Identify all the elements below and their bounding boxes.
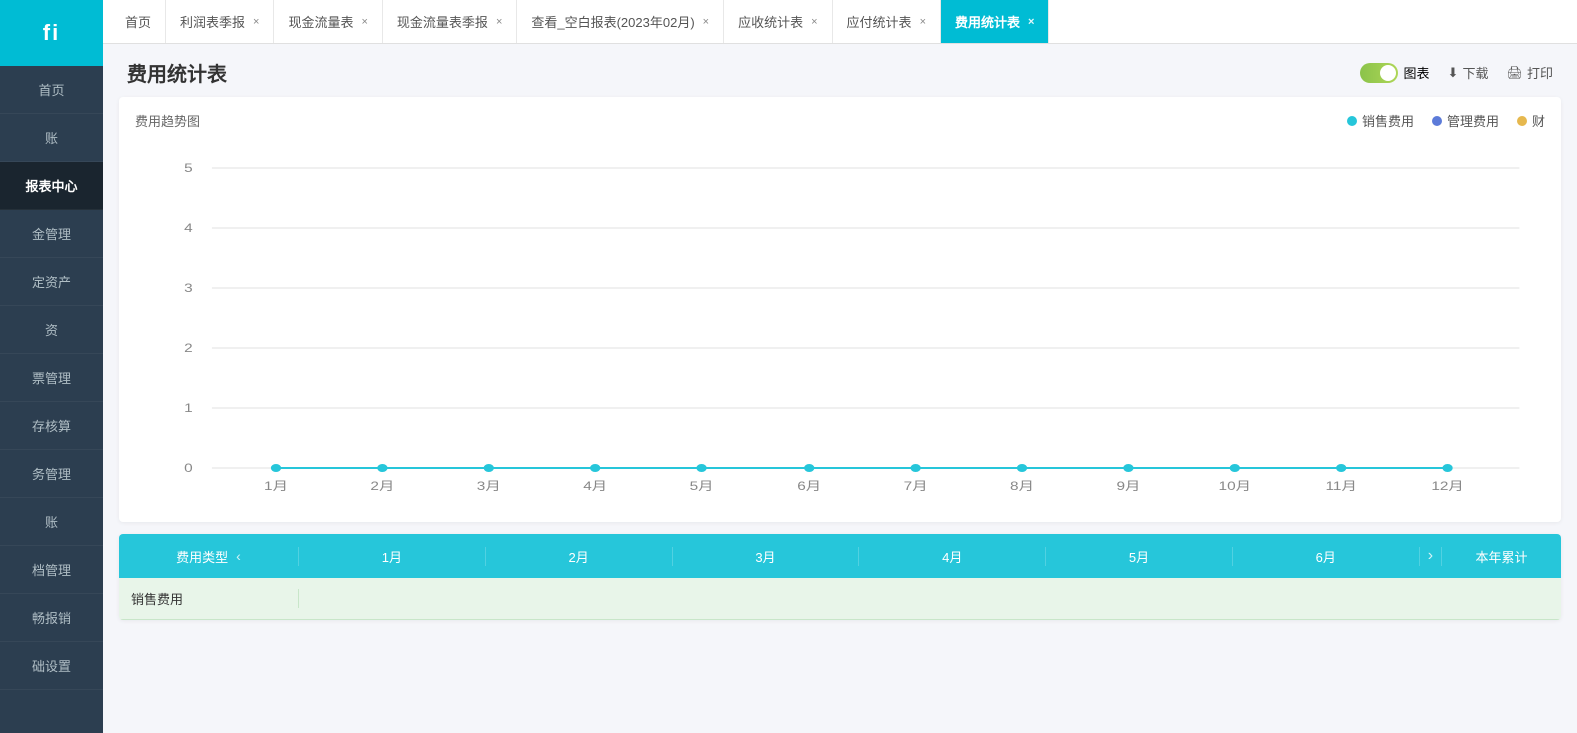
legend-dot-sales xyxy=(1347,116,1357,126)
tab-home[interactable]: 首页 xyxy=(111,0,166,44)
tabs-bar: 首页 利润表季报 × 现金流量表 × 现金流量表季报 × 查看_空白报表(202… xyxy=(103,0,1577,44)
tab-cashflow[interactable]: 现金流量表 × xyxy=(274,0,382,44)
col-header-m4: 4月 xyxy=(859,547,1046,566)
chart-svg: 5 4 3 2 1 0 xyxy=(135,138,1545,508)
sidebar-item-account[interactable]: 账 xyxy=(0,114,103,162)
page-title: 费用统计表 xyxy=(127,58,227,87)
toggle-knob xyxy=(1380,65,1396,81)
col-header-m3: 3月 xyxy=(673,547,860,566)
sidebar-item-ledger[interactable]: 账 xyxy=(0,498,103,546)
col-header-m5: 5月 xyxy=(1046,547,1233,566)
svg-text:7月: 7月 xyxy=(904,480,928,493)
col-header-m2: 2月 xyxy=(486,547,673,566)
toggle-label: 图表 xyxy=(1404,63,1430,82)
chart-svg-wrapper: 5 4 3 2 1 0 xyxy=(135,138,1545,508)
row-type-sales: 销售费用 xyxy=(119,589,299,608)
tab-cashflow-quarterly[interactable]: 现金流量表季报 × xyxy=(383,0,517,44)
col-header-m6: 6月 xyxy=(1233,547,1420,566)
tab-receivable[interactable]: 应收统计表 × xyxy=(724,0,832,44)
table-row-sales: 销售费用 xyxy=(119,578,1561,620)
download-button[interactable]: ⬇ 下载 xyxy=(1448,63,1489,82)
sidebar-item-expense[interactable]: 畅报销 xyxy=(0,594,103,642)
legend-label-finance: 财 xyxy=(1532,111,1545,130)
svg-text:3: 3 xyxy=(184,282,193,295)
svg-text:1月: 1月 xyxy=(264,480,288,493)
sidebar-logo: fi xyxy=(0,0,103,66)
legend-label-management: 管理费用 xyxy=(1447,111,1499,130)
tab-blank-report[interactable]: 查看_空白报表(2023年02月) × xyxy=(517,0,724,44)
legend-management: 管理费用 xyxy=(1432,111,1499,130)
svg-text:8月: 8月 xyxy=(1010,480,1034,493)
sidebar-item-assets[interactable]: 定资产 xyxy=(0,258,103,306)
sidebar-item-reports[interactable]: 报表中心 xyxy=(0,162,103,210)
close-tab-payable[interactable]: × xyxy=(920,16,926,28)
svg-text:0: 0 xyxy=(184,462,193,475)
content-area: 费用统计表 图表 ⬇ 下载 🖨 打印 xyxy=(103,44,1577,733)
sidebar-item-inventory[interactable]: 存核算 xyxy=(0,402,103,450)
svg-text:6月: 6月 xyxy=(797,480,821,493)
close-tab-profit-quarterly[interactable]: × xyxy=(253,16,259,28)
close-tab-blank-report[interactable]: × xyxy=(703,16,709,28)
col-header-type: 费用类型 ‹ xyxy=(119,547,299,566)
legend-dot-management xyxy=(1432,116,1442,126)
chart-title: 费用趋势图 xyxy=(135,111,200,130)
sidebar-item-archive[interactable]: 档管理 xyxy=(0,546,103,594)
col-header-year-total: 本年累计 xyxy=(1441,547,1561,566)
close-tab-cashflow[interactable]: × xyxy=(361,16,367,28)
page-header: 费用统计表 图表 ⬇ 下载 🖨 打印 xyxy=(103,44,1577,97)
tab-expense-stats[interactable]: 费用统计表 × xyxy=(941,0,1049,44)
print-icon: 🖨 xyxy=(1506,65,1523,81)
svg-text:4: 4 xyxy=(184,222,193,235)
prev-month-arrow[interactable]: ‹ xyxy=(236,548,241,564)
table-header-row: 费用类型 ‹ 1月 2月 3月 4月 5月 6月 › 本年累计 xyxy=(119,534,1561,578)
legend-finance: 财 xyxy=(1517,111,1545,130)
svg-text:12月: 12月 xyxy=(1431,480,1463,493)
svg-text:10月: 10月 xyxy=(1219,480,1251,493)
sidebar-item-cash[interactable]: 金管理 xyxy=(0,210,103,258)
main-area: 首页 利润表季报 × 现金流量表 × 现金流量表季报 × 查看_空白报表(202… xyxy=(103,0,1577,733)
chart-header: 费用趋势图 销售费用 管理费用 财 xyxy=(135,111,1545,130)
svg-text:1: 1 xyxy=(184,402,193,415)
svg-text:11月: 11月 xyxy=(1326,480,1357,493)
svg-text:5: 5 xyxy=(184,162,193,175)
legend-sales: 销售费用 xyxy=(1347,111,1414,130)
expense-table: 费用类型 ‹ 1月 2月 3月 4月 5月 6月 › 本年累计 销售费用 xyxy=(119,534,1561,620)
svg-text:5月: 5月 xyxy=(690,480,714,493)
svg-text:4月: 4月 xyxy=(583,480,607,493)
svg-text:2: 2 xyxy=(184,342,193,355)
sidebar-item-home[interactable]: 首页 xyxy=(0,66,103,114)
svg-text:3月: 3月 xyxy=(477,480,501,493)
close-tab-cashflow-quarterly[interactable]: × xyxy=(496,16,502,28)
print-button[interactable]: 🖨 打印 xyxy=(1506,63,1553,82)
close-tab-receivable[interactable]: × xyxy=(811,16,817,28)
chart-card: 费用趋势图 销售费用 管理费用 财 xyxy=(119,97,1561,522)
tab-profit-quarterly[interactable]: 利润表季报 × xyxy=(166,0,274,44)
chart-legend: 销售费用 管理费用 财 xyxy=(1347,111,1545,130)
close-tab-expense-stats[interactable]: × xyxy=(1028,16,1034,28)
chart-toggle[interactable] xyxy=(1360,63,1398,83)
header-actions: 图表 ⬇ 下载 🖨 打印 xyxy=(1360,63,1553,83)
svg-text:9月: 9月 xyxy=(1116,480,1140,493)
sidebar-item-tickets[interactable]: 票管理 xyxy=(0,354,103,402)
sidebar-item-services[interactable]: 务管理 xyxy=(0,450,103,498)
chart-toggle-wrap: 图表 xyxy=(1360,63,1430,83)
col-type-label: 费用类型 xyxy=(176,547,228,566)
svg-text:2月: 2月 xyxy=(370,480,394,493)
legend-label-sales: 销售费用 xyxy=(1362,111,1414,130)
next-month-arrow[interactable]: › xyxy=(1420,547,1441,565)
tab-payable[interactable]: 应付统计表 × xyxy=(833,0,941,44)
legend-dot-finance xyxy=(1517,116,1527,126)
download-icon: ⬇ xyxy=(1448,65,1459,81)
col-header-m1: 1月 xyxy=(299,547,486,566)
sidebar: fi 首页 账 报表中心 金管理 定资产 资 票管理 存核算 务管理 账 档管理… xyxy=(0,0,103,733)
sidebar-item-settings[interactable]: 础设置 xyxy=(0,642,103,690)
sidebar-item-invest[interactable]: 资 xyxy=(0,306,103,354)
